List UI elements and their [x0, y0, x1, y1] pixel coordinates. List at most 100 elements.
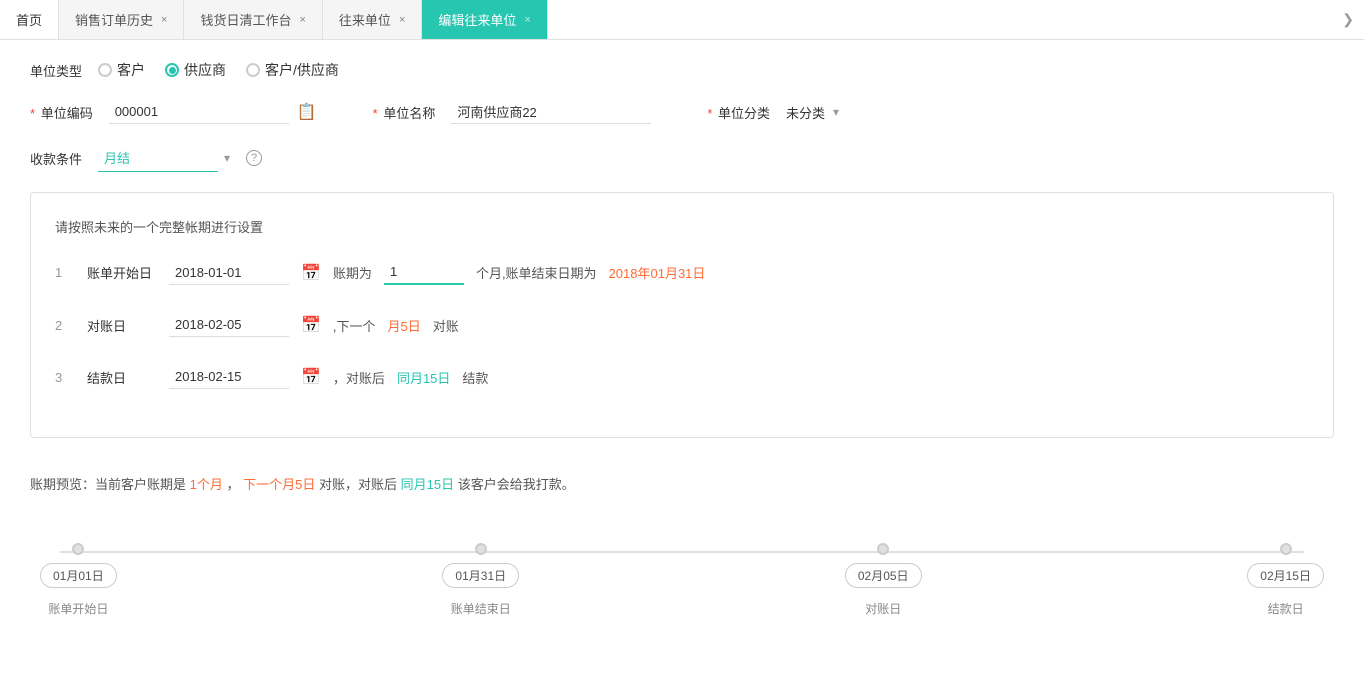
- row-1-period-label: 账期为: [333, 263, 372, 282]
- tab-cash-close-icon[interactable]: ×: [299, 14, 305, 26]
- unit-classify-field: 未分类 ▾: [786, 103, 839, 122]
- tab-edit-partner-close-icon[interactable]: ×: [524, 14, 530, 26]
- unit-code-book-icon[interactable]: 📋: [297, 102, 317, 122]
- unit-type-radio-group: 客户 供应商 客户/供应商: [98, 60, 339, 80]
- row-2-desc-prefix: ,下一个: [333, 316, 376, 335]
- account-start-date-input[interactable]: [169, 261, 289, 285]
- tab-sales-close-icon[interactable]: ×: [161, 14, 167, 26]
- period-value-input[interactable]: [384, 260, 464, 285]
- timeline-badge-0: 01月01日: [40, 563, 117, 588]
- tab-partner-unit[interactable]: 往来单位 ×: [323, 0, 422, 39]
- row-2-highlight: 月5日: [388, 316, 421, 335]
- radio-supplier-circle: [165, 63, 179, 77]
- preview-section: 账期预览：当前客户账期是 1个月 ， 下一个月5日 对账，对账后 同月15日 该…: [30, 458, 1334, 657]
- preview-prefix: 账期预览：当前客户账期是: [30, 477, 186, 492]
- radio-both-label: 客户/供应商: [265, 60, 339, 80]
- radio-customer-circle: [98, 63, 112, 77]
- preview-sep1: ，: [227, 477, 240, 492]
- page-content: 单位类型 客户 供应商 客户/供应商 * 单位编码 �: [0, 40, 1364, 677]
- tab-expand-icon[interactable]: ❯: [1332, 0, 1364, 39]
- timeline-label-1: 账单结束日: [451, 600, 511, 617]
- timeline-point-2: 02月05日 对账日: [845, 543, 922, 617]
- radio-both[interactable]: 客户/供应商: [246, 60, 339, 80]
- tab-edit-partner-label: 编辑往来单位: [438, 10, 516, 29]
- account-start-calendar-icon[interactable]: 📅: [301, 263, 321, 283]
- timeline-label-0: 账单开始日: [48, 600, 108, 617]
- timeline-point-0: 01月01日 账单开始日: [40, 543, 117, 617]
- row-1-period-unit: 个月,账单结束日期为: [476, 263, 597, 282]
- tab-partner-label: 往来单位: [339, 10, 391, 29]
- timeline-label-3: 结款日: [1268, 600, 1304, 617]
- tab-home-label: 首页: [16, 10, 42, 29]
- tab-home[interactable]: 首页: [0, 0, 59, 39]
- tab-cash-ledger[interactable]: 钱货日清工作台 ×: [184, 0, 322, 39]
- radio-supplier-label: 供应商: [184, 60, 226, 80]
- timeline-label-2: 对账日: [865, 600, 901, 617]
- radio-customer-label: 客户: [117, 60, 145, 80]
- radio-supplier[interactable]: 供应商: [165, 60, 226, 80]
- unit-code-input[interactable]: [109, 100, 289, 124]
- timeline: 01月01日 账单开始日 01月31日 账单结束日 02月05日 对账日 02月…: [40, 523, 1324, 657]
- unit-name-label: * 单位名称: [373, 103, 436, 122]
- tab-partner-close-icon[interactable]: ×: [399, 14, 405, 26]
- tab-sales-order-history[interactable]: 销售订单历史 ×: [59, 0, 184, 39]
- reconciliation-row: 2 对账日 📅 ,下一个 月5日 对账: [55, 313, 1309, 337]
- tab-edit-partner-unit[interactable]: 编辑往来单位 ×: [422, 0, 547, 39]
- payment-condition-select: 月结 ▾: [98, 144, 230, 172]
- timeline-dot-1: [475, 543, 487, 555]
- row-2-num: 2: [55, 318, 75, 333]
- preview-sep2: 对账，对账后: [319, 477, 397, 492]
- preview-part2: 下一个月5日: [243, 477, 315, 492]
- reconciliation-date-input[interactable]: [169, 313, 289, 337]
- row-3-desc-prefix: ，对账后: [333, 368, 385, 387]
- row-1-period-end: 2018年01月31日: [609, 263, 706, 282]
- payment-condition-row: 收款条件 月结 ▾ ?: [30, 144, 1334, 172]
- unit-detail-row: * 单位编码 📋 * 单位名称 * 单位分类 未分类 ▾: [30, 100, 1334, 124]
- payment-date-row: 3 结款日 📅 ，对账后 同月15日 结款: [55, 365, 1309, 389]
- row-1-num: 1: [55, 265, 75, 280]
- unit-code-label: * 单位编码: [30, 103, 93, 122]
- payment-condition-label: 收款条件: [30, 149, 82, 168]
- preview-part1: 1个月: [190, 477, 223, 492]
- unit-classify-value: 未分类: [786, 103, 825, 122]
- unit-type-label: 单位类型: [30, 61, 82, 80]
- preview-part3: 同月15日: [401, 477, 454, 492]
- radio-customer[interactable]: 客户: [98, 60, 145, 80]
- preview-text: 账期预览：当前客户账期是 1个月 ， 下一个月5日 对账，对账后 同月15日 该…: [30, 474, 1334, 493]
- timeline-dot-2: [877, 543, 889, 555]
- account-start-row: 1 账单开始日 📅 账期为 个月,账单结束日期为 2018年01月31日: [55, 260, 1309, 285]
- row-3-num: 3: [55, 370, 75, 385]
- payment-date-input[interactable]: [169, 365, 289, 389]
- unit-name-star: *: [373, 106, 378, 121]
- unit-classify-label: * 单位分类: [707, 103, 770, 122]
- timeline-point-1: 01月31日 账单结束日: [442, 543, 519, 617]
- timeline-point-3: 02月15日 结款日: [1247, 543, 1324, 617]
- row-3-label: 结款日: [87, 368, 157, 387]
- row-3-highlight: 同月15日: [397, 368, 450, 387]
- timeline-badge-2: 02月05日: [845, 563, 922, 588]
- payment-calendar-icon[interactable]: 📅: [301, 367, 321, 387]
- payment-condition-help-icon[interactable]: ?: [246, 150, 262, 166]
- unit-classify-chevron-icon[interactable]: ▾: [833, 105, 839, 119]
- settings-box: 请按照未来的一个完整帐期进行设置 1 账单开始日 📅 账期为 个月,账单结束日期…: [30, 192, 1334, 438]
- tab-bar: 首页 销售订单历史 × 钱货日清工作台 × 往来单位 × 编辑往来单位 × ❯: [0, 0, 1364, 40]
- unit-code-star: *: [30, 106, 35, 121]
- unit-code-field: 📋: [109, 100, 317, 124]
- row-2-label: 对账日: [87, 316, 157, 335]
- unit-type-row: 单位类型 客户 供应商 客户/供应商: [30, 60, 1334, 80]
- timeline-badge-3: 02月15日: [1247, 563, 1324, 588]
- timeline-points: 01月01日 账单开始日 01月31日 账单结束日 02月05日 对账日 02月…: [40, 543, 1324, 617]
- row-3-desc-suffix: 结款: [462, 368, 488, 387]
- timeline-badge-1: 01月31日: [442, 563, 519, 588]
- preview-suffix: 该客户会给我打款。: [458, 477, 575, 492]
- settings-title: 请按照未来的一个完整帐期进行设置: [55, 217, 1309, 236]
- radio-both-circle: [246, 63, 260, 77]
- payment-condition-chevron-icon[interactable]: ▾: [224, 151, 230, 165]
- reconciliation-calendar-icon[interactable]: 📅: [301, 315, 321, 335]
- radio-supplier-inner: [169, 67, 176, 74]
- tab-cash-label: 钱货日清工作台: [200, 10, 291, 29]
- row-1-label: 账单开始日: [87, 263, 157, 282]
- timeline-dot-0: [72, 543, 84, 555]
- unit-name-input[interactable]: [451, 100, 651, 124]
- payment-condition-value: 月结: [98, 144, 218, 172]
